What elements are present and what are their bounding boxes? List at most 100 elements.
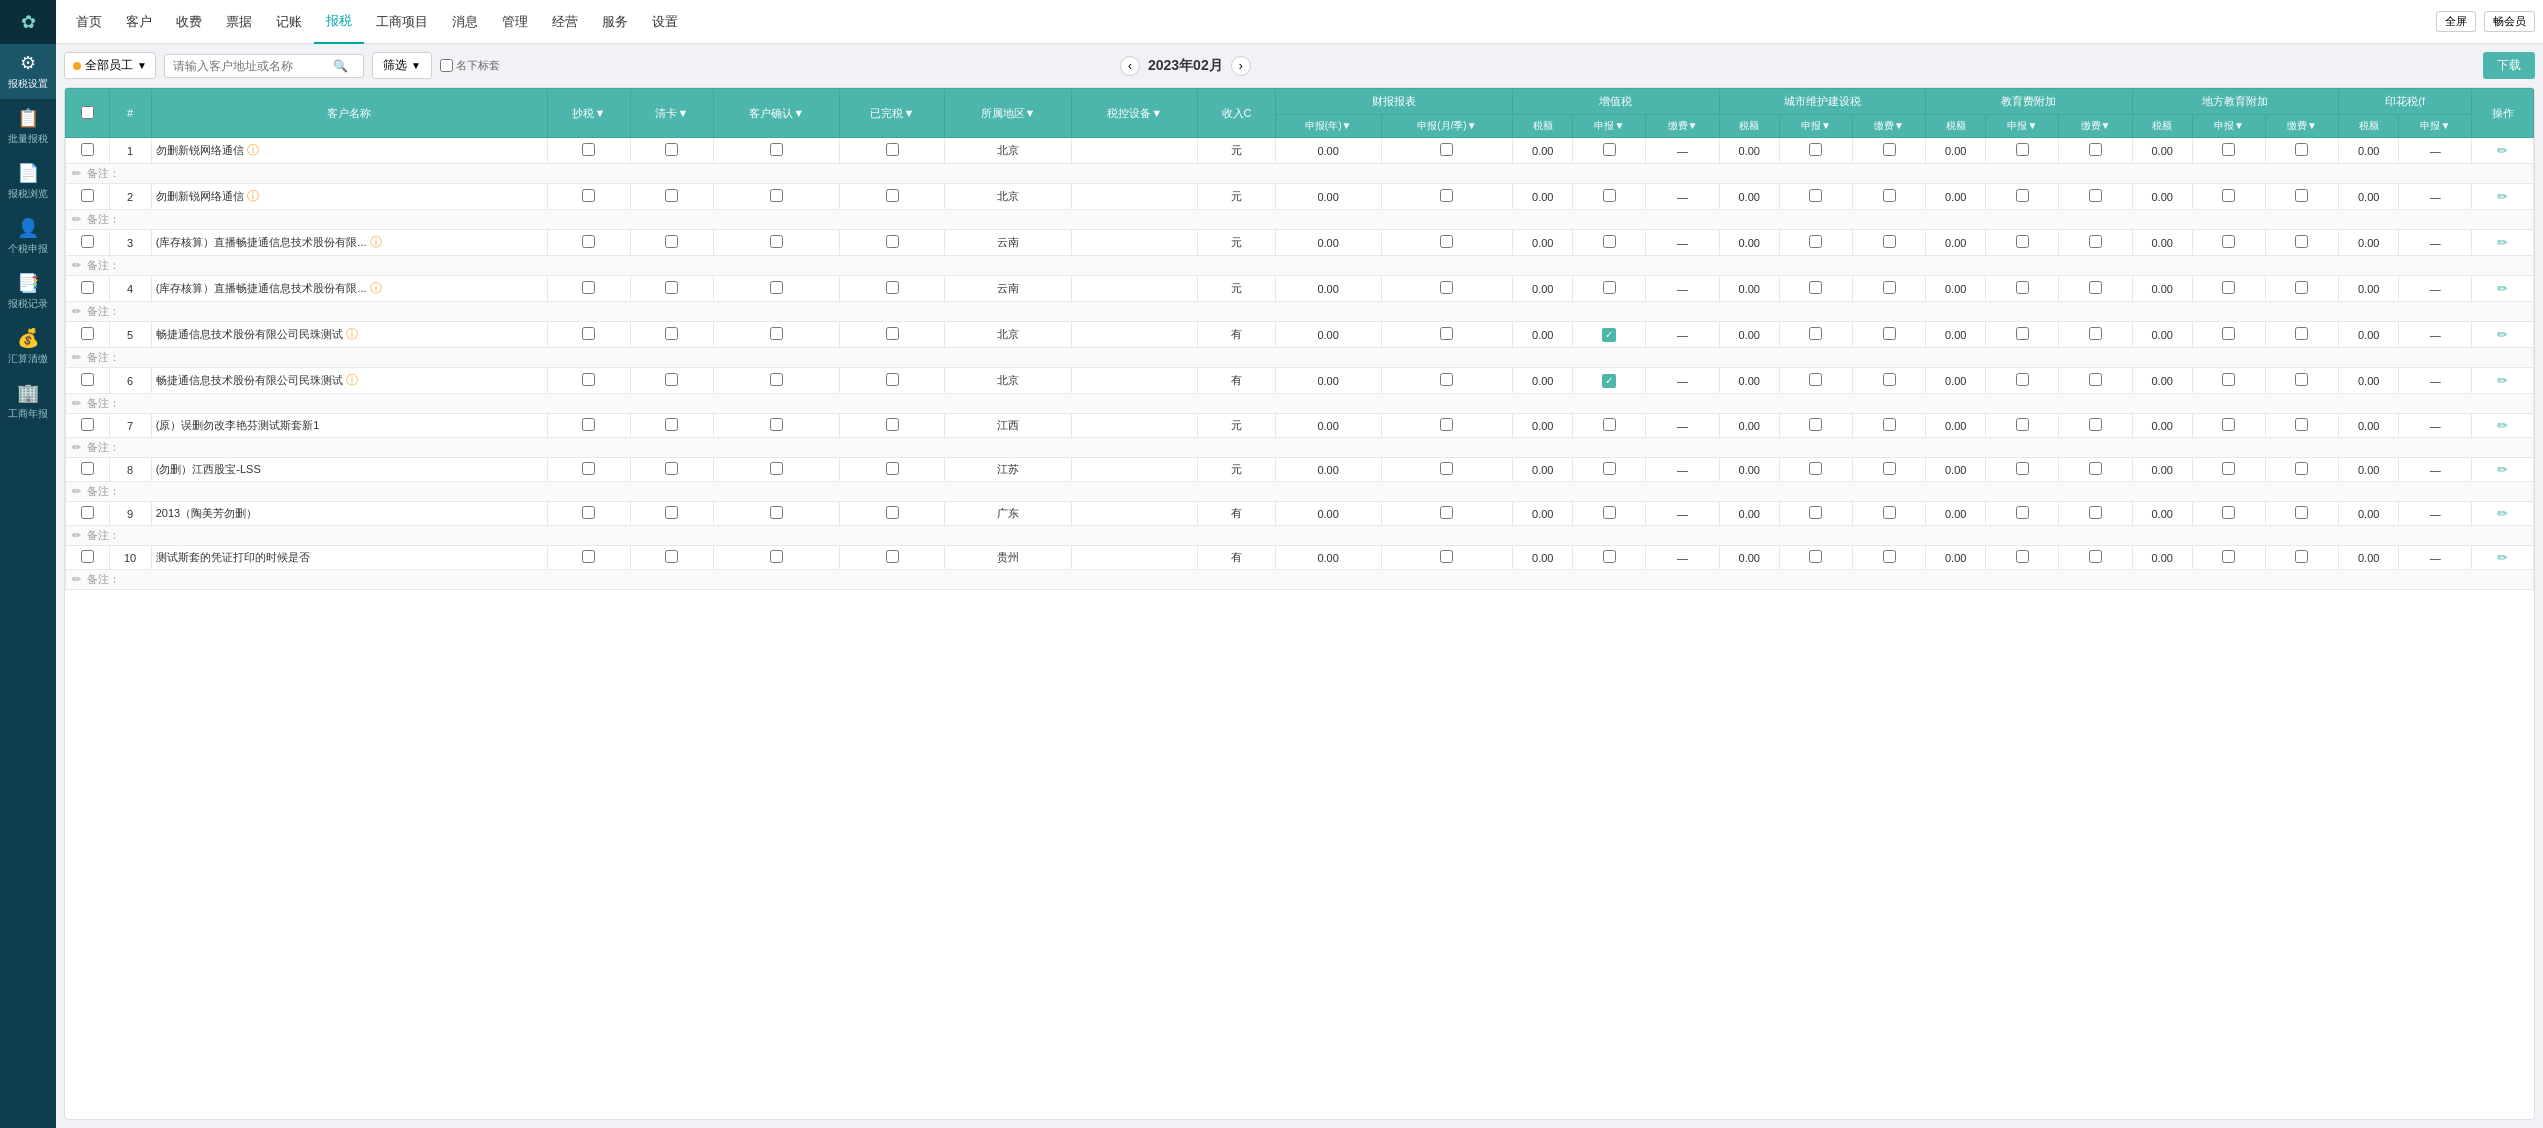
prev-month-btn[interactable]: ‹: [1120, 56, 1140, 76]
sidebar-item-gsnb[interactable]: 🏢 工商年报: [0, 374, 56, 429]
edit-icon[interactable]: ✏: [2497, 327, 2508, 342]
row-check[interactable]: [66, 458, 110, 482]
nav-message[interactable]: 消息: [440, 0, 490, 44]
money-icon: 💰: [17, 327, 39, 349]
edit-icon[interactable]: ✏: [2497, 143, 2508, 158]
edu-amount-cell: 0.00: [1926, 322, 1986, 348]
nav-fee[interactable]: 收费: [164, 0, 214, 44]
row-check[interactable]: [66, 368, 110, 394]
local-amount-cell: 0.00: [2132, 502, 2192, 526]
table-row: 8(勿删）江西股宝-LSS江苏元0.000.00—0.000.000.000.0…: [66, 458, 2534, 482]
browse-icon: 📄: [17, 162, 39, 184]
edit-icon[interactable]: ✏: [2497, 189, 2508, 204]
vat-pay-cell: —: [1646, 414, 1719, 438]
vat-pay-cell: —: [1646, 502, 1719, 526]
edit-icon[interactable]: ✏: [2497, 418, 2508, 433]
nav-bookkeeping[interactable]: 记账: [264, 0, 314, 44]
note-cell: ✏ 备注：: [66, 438, 2534, 458]
row-check[interactable]: [66, 546, 110, 570]
edit-icon[interactable]: ✏: [2497, 550, 2508, 565]
nav-settings[interactable]: 设置: [640, 0, 690, 44]
th-stamp-declare: 申报▼: [2399, 115, 2472, 138]
note-text: 备注：: [87, 573, 120, 585]
table-row: 7(原）误删勿改李艳芬测试斯套新1江西元0.000.00—0.000.000.0…: [66, 414, 2534, 438]
row-check[interactable]: [66, 502, 110, 526]
sidebar-item-bsjl[interactable]: 📑 报税记录: [0, 264, 56, 319]
edit-icon[interactable]: ✏: [2497, 373, 2508, 388]
nav-home[interactable]: 首页: [64, 0, 114, 44]
nav-customer[interactable]: 客户: [114, 0, 164, 44]
vip-btn[interactable]: 畅会员: [2484, 11, 2535, 32]
sidebar-item-bssl[interactable]: 📄 报税浏览: [0, 154, 56, 209]
stamp-declare-cell: —: [2399, 546, 2472, 570]
vat-declare-cell: [1573, 276, 1646, 302]
income-cell: 元: [1198, 230, 1275, 256]
sidebar-item-bsgs[interactable]: ⚙ 报税设置: [0, 44, 56, 99]
fullscreen-btn[interactable]: 全屏: [2436, 11, 2476, 32]
edu-declare-cell: [1986, 368, 2059, 394]
nav-tax[interactable]: 报税: [314, 0, 364, 44]
table-row: 4(库存核算）直播畅捷通信息技术股份有限... ⓘ云南元0.000.00—0.0…: [66, 276, 2534, 302]
edu-pay-cell: [2059, 458, 2132, 482]
filter-button[interactable]: 筛选 ▼: [372, 52, 432, 79]
annual-cell: [1381, 138, 1512, 164]
city-amount-cell: 0.00: [1719, 546, 1779, 570]
download-btn[interactable]: 下载: [2483, 52, 2535, 79]
select-all-checkbox[interactable]: [81, 106, 94, 119]
row-check[interactable]: [66, 184, 110, 210]
nav-invoice[interactable]: 票据: [214, 0, 264, 44]
sidebar-item-hzqd[interactable]: 💰 汇算清缴: [0, 319, 56, 374]
edu-amount-cell: 0.00: [1926, 502, 1986, 526]
qingka-cell: [630, 230, 713, 256]
edu-declare-cell: [1986, 322, 2059, 348]
nav-business[interactable]: 工商项目: [364, 0, 440, 44]
toolbar: 全部员工 ▼ 🔍 筛选 ▼ 名下标套 ‹ 2023年02月: [64, 52, 2535, 79]
row-check[interactable]: [66, 138, 110, 164]
search-input[interactable]: [173, 59, 333, 73]
city-amount-cell: 0.00: [1719, 276, 1779, 302]
edit-icon[interactable]: ✏: [2497, 462, 2508, 477]
sidebar-item-plbs[interactable]: 📋 批量报税: [0, 99, 56, 154]
note-text: 备注：: [87, 351, 120, 363]
chaoshu-cell: [547, 276, 630, 302]
row-check[interactable]: [66, 276, 110, 302]
edu-pay-cell: [2059, 184, 2132, 210]
stamp-declare-cell: —: [2399, 368, 2472, 394]
nav-management[interactable]: 管理: [490, 0, 540, 44]
person-icon: 👤: [17, 217, 39, 239]
edu-amount-cell: 0.00: [1926, 276, 1986, 302]
row-number: 7: [109, 414, 151, 438]
employee-filter[interactable]: 全部员工 ▼: [64, 52, 156, 79]
local-amount-cell: 0.00: [2132, 546, 2192, 570]
table-wrapper[interactable]: # 客户名称 抄税▼ 清卡▼ 客户确认▼ 已完税▼ 所属地区▼ 税控设备▼ 收入…: [64, 87, 2535, 1120]
next-month-btn[interactable]: ›: [1231, 56, 1251, 76]
stamp-declare-cell: —: [2399, 322, 2472, 348]
local-declare-cell: [2192, 546, 2265, 570]
edit-icon[interactable]: ✏: [2497, 281, 2508, 296]
row-check[interactable]: [66, 230, 110, 256]
vat-amount-cell: 0.00: [1513, 502, 1573, 526]
qingka-cell: [630, 368, 713, 394]
edu-declare-cell: [1986, 502, 2059, 526]
row-check[interactable]: [66, 322, 110, 348]
edit-icon[interactable]: ✏: [2497, 235, 2508, 250]
city-amount-cell: 0.00: [1719, 368, 1779, 394]
nav-service[interactable]: 服务: [590, 0, 640, 44]
region-cell: 江苏: [945, 458, 1072, 482]
note-cell: ✏ 备注：: [66, 394, 2534, 414]
edu-pay-cell: [2059, 230, 2132, 256]
row-check[interactable]: [66, 414, 110, 438]
label-option[interactable]: 名下标套: [440, 58, 500, 73]
stamp-amount-cell: 0.00: [2339, 368, 2399, 394]
local-amount-cell: 0.00: [2132, 276, 2192, 302]
paid-cell: [840, 368, 945, 394]
note-text: 备注：: [87, 305, 120, 317]
edu-pay-cell: [2059, 276, 2132, 302]
label-checkbox[interactable]: [440, 59, 453, 72]
edit-icon[interactable]: ✏: [2497, 506, 2508, 521]
region-cell: 北京: [945, 368, 1072, 394]
nav-operation[interactable]: 经营: [540, 0, 590, 44]
edu-amount-cell: 0.00: [1926, 368, 1986, 394]
device-cell: [1071, 322, 1198, 348]
sidebar-item-gzsb[interactable]: 👤 个税申报: [0, 209, 56, 264]
